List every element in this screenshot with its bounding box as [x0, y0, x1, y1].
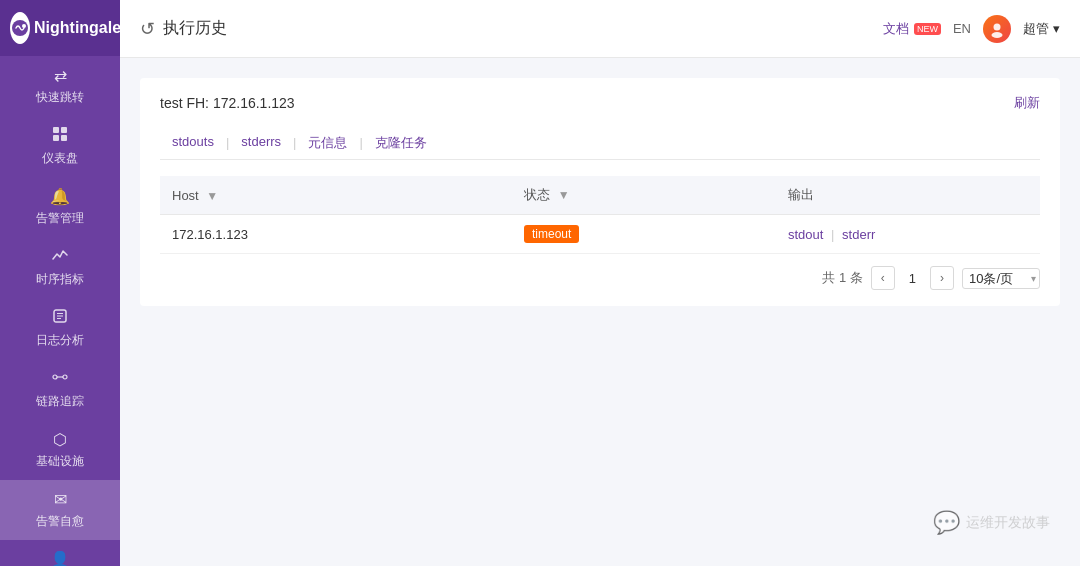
lang-switcher[interactable]: EN [953, 21, 971, 36]
sidebar-item-alarm-mgmt[interactable]: 🔔 告警管理 [0, 177, 120, 237]
refresh-button[interactable]: 刷新 [1014, 94, 1040, 112]
trace-icon [52, 369, 68, 389]
logo-icon [10, 12, 30, 44]
sidebar-item-label-dashboard: 仪表盘 [42, 150, 78, 167]
log-icon [52, 308, 68, 328]
svg-point-13 [994, 23, 1001, 30]
next-page-button[interactable]: › [930, 266, 954, 290]
sidebar-item-quick-jump[interactable]: ⇄ 快速跳转 [0, 56, 120, 116]
user-menu[interactable]: 超管 ▾ [1023, 20, 1060, 38]
page-title-area: ↺ 执行历史 [140, 18, 227, 40]
sidebar-logo[interactable]: Nightingale [0, 0, 120, 56]
table-body: 172.16.1.123 timeout stdout | stderr [160, 215, 1040, 254]
docs-link[interactable]: 文档 NEW [883, 20, 941, 38]
total-count: 共 1 条 [822, 269, 862, 287]
svg-point-14 [992, 32, 1003, 38]
svg-point-11 [63, 375, 67, 379]
topbar: ↺ 执行历史 文档 NEW EN 超管 ▾ [120, 0, 1080, 58]
col-status: 状态 ▼ [512, 176, 776, 215]
page-size-select[interactable]: 10条/页 20条/页 50条/页 100条/页 [962, 268, 1040, 289]
dashboard-icon [52, 126, 68, 146]
topbar-right: 文档 NEW EN 超管 ▾ [883, 15, 1060, 43]
table-header-row: Host ▼ 状态 ▼ 输出 [160, 176, 1040, 215]
status-filter-icon[interactable]: ▼ [558, 188, 570, 202]
sidebar: Nightingale ⇄ 快速跳转 仪表盘 🔔 告警管理 时序指标 日志分析 … [0, 0, 120, 566]
sidebar-item-label-quick-jump: 快速跳转 [36, 89, 84, 106]
sidebar-item-label-log: 日志分析 [36, 332, 84, 349]
sidebar-item-infra[interactable]: ⬡ 基础设施 [0, 420, 120, 480]
pagination: 共 1 条 ‹ 1 › 10条/页 20条/页 50条/页 100条/页 ▾ [160, 254, 1040, 290]
cell-status: timeout [512, 215, 776, 254]
current-page: 1 [903, 271, 922, 286]
results-table: Host ▼ 状态 ▼ 输出 [160, 176, 1040, 254]
table-row: 172.16.1.123 timeout stdout | stderr [160, 215, 1040, 254]
user-dropdown-arrow: ▾ [1053, 21, 1060, 36]
infra-icon: ⬡ [53, 430, 67, 449]
cell-host: 172.16.1.123 [160, 215, 512, 254]
svg-rect-3 [61, 127, 67, 133]
page-title: 执行历史 [163, 18, 227, 39]
metrics-icon [52, 247, 68, 267]
sidebar-item-trace[interactable]: 链路追踪 [0, 359, 120, 420]
sidebar-item-metrics[interactable]: 时序指标 [0, 237, 120, 298]
main-card: test FH: 172.16.1.123 刷新 stdouts | stder… [140, 78, 1060, 306]
alarm-self-icon: ✉ [54, 490, 67, 509]
card-header: test FH: 172.16.1.123 刷新 [160, 94, 1040, 112]
svg-point-10 [53, 375, 57, 379]
page-size-wrapper: 10条/页 20条/页 50条/页 100条/页 ▾ [962, 268, 1040, 289]
table-head: Host ▼ 状态 ▼ 输出 [160, 176, 1040, 215]
tab-stdouts[interactable]: stdouts [160, 128, 226, 160]
svg-rect-2 [53, 127, 59, 133]
sidebar-item-label-metrics: 时序指标 [36, 271, 84, 288]
personnel-icon: 👤 [50, 550, 70, 566]
tab-stderrs[interactable]: stderrs [229, 128, 293, 160]
col-host: Host ▼ [160, 176, 512, 215]
sidebar-item-label-trace: 链路追踪 [36, 393, 84, 410]
svg-rect-5 [61, 135, 67, 141]
quick-jump-icon: ⇄ [54, 66, 67, 85]
sidebar-item-dashboard[interactable]: 仪表盘 [0, 116, 120, 177]
page-icon: ↺ [140, 18, 155, 40]
avatar [983, 15, 1011, 43]
sidebar-logo-text: Nightingale [34, 19, 121, 37]
col-output: 输出 [776, 176, 1040, 215]
tabs-bar: stdouts | stderrs | 元信息 | 克隆任务 [160, 128, 1040, 160]
sidebar-item-label-alarm-mgmt: 告警管理 [36, 210, 84, 227]
stdout-link[interactable]: stdout [788, 227, 823, 242]
new-badge: NEW [914, 23, 941, 35]
svg-rect-4 [53, 135, 59, 141]
cell-output: stdout | stderr [776, 215, 1040, 254]
sidebar-item-label-alarm-self: 告警自愈 [36, 513, 84, 530]
status-badge: timeout [524, 225, 579, 243]
sidebar-item-label-infra: 基础设施 [36, 453, 84, 470]
sidebar-item-alarm-self[interactable]: ✉ 告警自愈 [0, 480, 120, 540]
output-separator: | [831, 227, 834, 242]
svg-point-1 [22, 24, 26, 28]
stderr-link[interactable]: stderr [842, 227, 875, 242]
tab-meta[interactable]: 元信息 [296, 128, 359, 160]
main-area: ↺ 执行历史 文档 NEW EN 超管 ▾ test FH: 172.16.1.… [120, 0, 1080, 566]
card-title: test FH: 172.16.1.123 [160, 95, 295, 111]
tab-clone-task[interactable]: 克隆任务 [363, 128, 439, 160]
alarm-mgmt-icon: 🔔 [50, 187, 70, 206]
content-area: test FH: 172.16.1.123 刷新 stdouts | stder… [120, 58, 1080, 566]
user-label: 超管 [1023, 20, 1049, 38]
sidebar-item-personnel[interactable]: 👤 人员组织 [0, 540, 120, 566]
sidebar-item-log[interactable]: 日志分析 [0, 298, 120, 359]
prev-page-button[interactable]: ‹ [871, 266, 895, 290]
host-filter-icon[interactable]: ▼ [206, 189, 218, 203]
docs-label: 文档 [883, 20, 909, 38]
